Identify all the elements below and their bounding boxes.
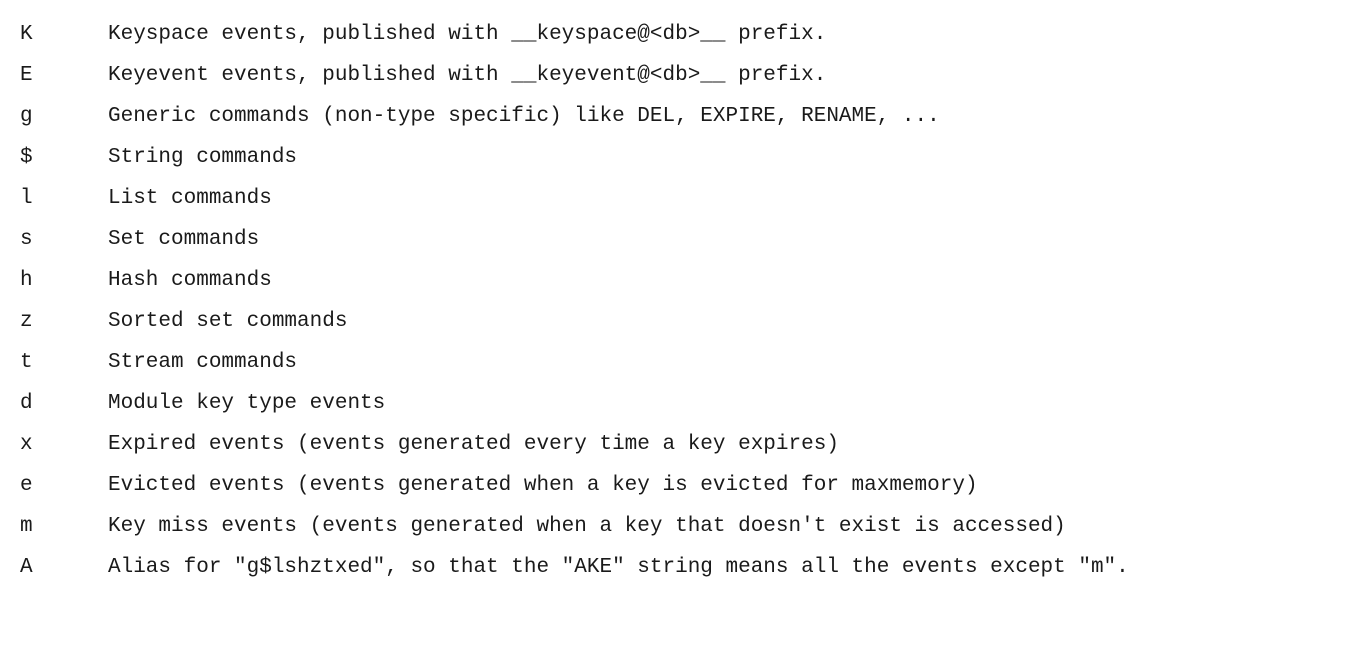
flag-key: t	[20, 352, 108, 373]
flag-desc: Alias for "g$lshztxed", so that the "AKE…	[108, 557, 1352, 578]
flag-desc: Generic commands (non-type specific) lik…	[108, 106, 1352, 127]
flag-key: $	[20, 147, 108, 168]
flags-table: K Keyspace events, published with __keys…	[20, 24, 1352, 578]
flag-key: z	[20, 311, 108, 332]
flag-key: e	[20, 475, 108, 496]
table-row: K Keyspace events, published with __keys…	[20, 24, 1352, 45]
flag-desc: List commands	[108, 188, 1352, 209]
flag-desc: Keyspace events, published with __keyspa…	[108, 24, 1352, 45]
flag-key: x	[20, 434, 108, 455]
flag-desc: Module key type events	[108, 393, 1352, 414]
flag-desc: Stream commands	[108, 352, 1352, 373]
flag-desc: Evicted events (events generated when a …	[108, 475, 1352, 496]
table-row: s Set commands	[20, 229, 1352, 250]
table-row: d Module key type events	[20, 393, 1352, 414]
flag-desc: Sorted set commands	[108, 311, 1352, 332]
flag-key: K	[20, 24, 108, 45]
table-row: A Alias for "g$lshztxed", so that the "A…	[20, 557, 1352, 578]
table-row: g Generic commands (non-type specific) l…	[20, 106, 1352, 127]
table-row: m Key miss events (events generated when…	[20, 516, 1352, 537]
table-row: E Keyevent events, published with __keye…	[20, 65, 1352, 86]
table-row: $ String commands	[20, 147, 1352, 168]
flag-desc: Hash commands	[108, 270, 1352, 291]
flag-desc: Key miss events (events generated when a…	[108, 516, 1352, 537]
flag-key: E	[20, 65, 108, 86]
flag-key: g	[20, 106, 108, 127]
flag-key: s	[20, 229, 108, 250]
flag-key: A	[20, 557, 108, 578]
flag-key: l	[20, 188, 108, 209]
flag-desc: Keyevent events, published with __keyeve…	[108, 65, 1352, 86]
flag-desc: Set commands	[108, 229, 1352, 250]
flag-desc: String commands	[108, 147, 1352, 168]
flag-key: h	[20, 270, 108, 291]
table-row: e Evicted events (events generated when …	[20, 475, 1352, 496]
table-row: t Stream commands	[20, 352, 1352, 373]
table-row: l List commands	[20, 188, 1352, 209]
flag-key: d	[20, 393, 108, 414]
flag-key: m	[20, 516, 108, 537]
table-row: x Expired events (events generated every…	[20, 434, 1352, 455]
flag-desc: Expired events (events generated every t…	[108, 434, 1352, 455]
table-row: z Sorted set commands	[20, 311, 1352, 332]
table-row: h Hash commands	[20, 270, 1352, 291]
